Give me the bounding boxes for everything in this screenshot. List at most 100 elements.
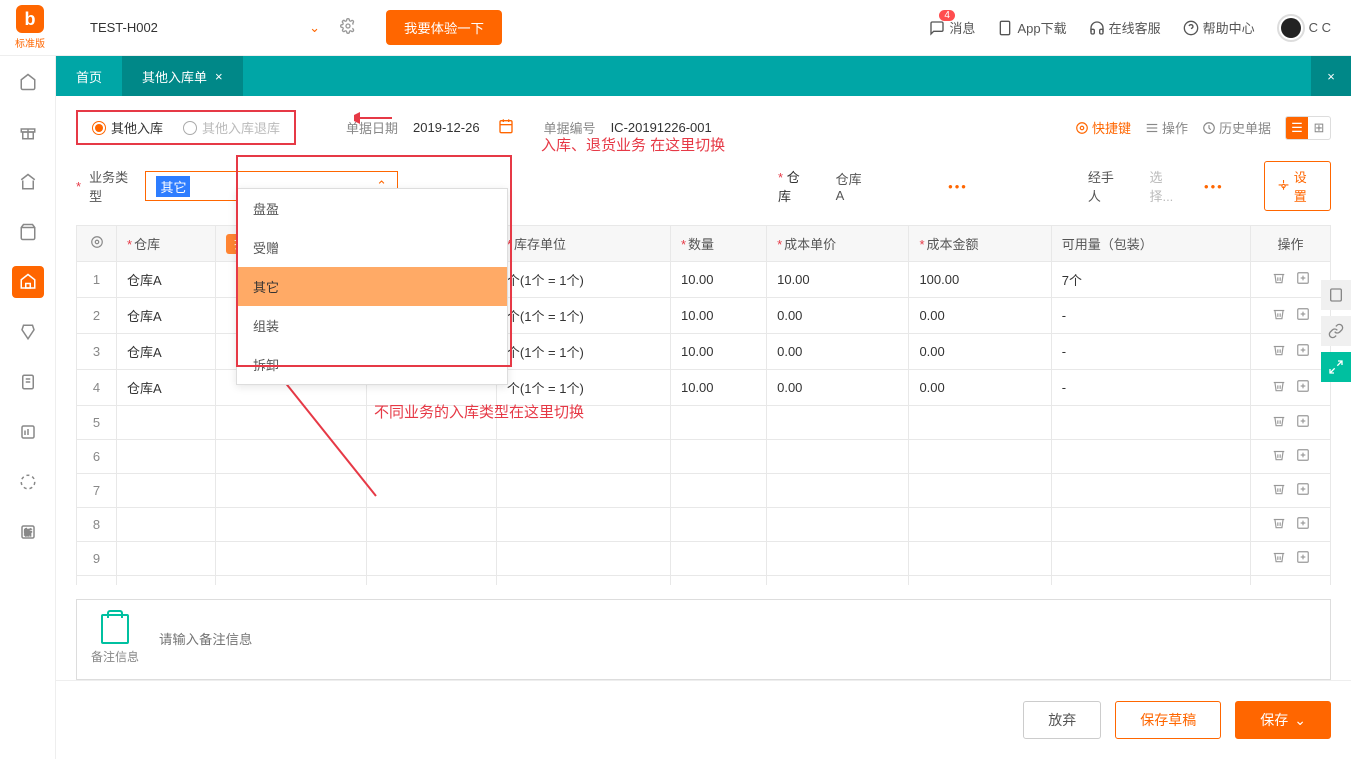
cell-price[interactable] (767, 576, 909, 586)
tab-home[interactable]: 首页 (56, 56, 122, 96)
sidebar-home-icon[interactable] (12, 66, 44, 98)
cell-qty[interactable] (670, 508, 766, 542)
radio-other-return[interactable]: 其他入库退库 (183, 118, 280, 137)
add-icon[interactable] (1296, 271, 1310, 288)
dropdown-option[interactable]: 盘盈 (237, 189, 507, 228)
add-icon[interactable] (1296, 550, 1310, 567)
cell-warehouse[interactable] (117, 508, 216, 542)
sidebar-gift-icon[interactable] (12, 116, 44, 148)
sidebar-report-icon[interactable] (12, 416, 44, 448)
cell-qty[interactable]: 10.00 (670, 262, 766, 298)
view-list-button[interactable]: ☰ (1286, 117, 1308, 139)
sidebar-warehouse-icon[interactable] (12, 266, 44, 298)
org-selector[interactable]: TEST-H002 ⌄ (80, 12, 330, 44)
add-icon[interactable] (1296, 584, 1310, 585)
cell-spec[interactable] (367, 440, 497, 474)
delete-icon[interactable] (1272, 516, 1286, 533)
add-icon[interactable] (1296, 482, 1310, 499)
help-center-link[interactable]: 帮助中心 (1183, 18, 1255, 37)
cell-spec[interactable] (367, 474, 497, 508)
cell-qty[interactable] (670, 474, 766, 508)
operate-link[interactable]: 操作 (1145, 118, 1188, 137)
cell-price[interactable] (767, 406, 909, 440)
radio-other-inbound[interactable]: 其他入库 (92, 118, 163, 137)
warehouse-more-icon[interactable]: ••• (948, 179, 968, 194)
sidebar-clipboard-icon[interactable] (12, 366, 44, 398)
cell-spec[interactable] (367, 576, 497, 586)
cell-qty[interactable]: 10.00 (670, 370, 766, 406)
cell-spec[interactable] (367, 542, 497, 576)
delete-icon[interactable] (1272, 307, 1286, 324)
cell-spec[interactable] (367, 508, 497, 542)
close-icon[interactable]: × (215, 69, 223, 84)
table-row[interactable]: 10 (77, 576, 1331, 586)
dropdown-option[interactable]: 受赠 (237, 228, 507, 267)
close-all-tabs[interactable]: × (1311, 56, 1351, 96)
cell-scan[interactable] (215, 508, 366, 542)
add-icon[interactable] (1296, 307, 1310, 324)
cell-warehouse[interactable] (117, 474, 216, 508)
sidebar-house-icon[interactable] (12, 166, 44, 198)
messages-link[interactable]: 消息 4 (929, 18, 975, 37)
online-service-link[interactable]: 在线客服 (1089, 18, 1161, 37)
save-button[interactable]: 保存 ⌄ (1235, 701, 1331, 739)
cell-warehouse[interactable] (117, 542, 216, 576)
table-row[interactable]: 9 (77, 542, 1331, 576)
delete-icon[interactable] (1272, 343, 1286, 360)
remarks-input[interactable] (159, 632, 1316, 647)
sidebar-money-icon[interactable] (12, 316, 44, 348)
warehouse-value[interactable]: 仓库A (836, 169, 869, 203)
sidebar-loading-icon[interactable] (12, 466, 44, 498)
app-download-link[interactable]: App下载 (997, 18, 1066, 37)
cell-warehouse[interactable]: 仓库A (117, 334, 216, 370)
handler-select[interactable]: 选择... (1149, 167, 1184, 205)
trial-button[interactable]: 我要体验一下 (386, 10, 502, 45)
cell-price[interactable] (767, 440, 909, 474)
delete-icon[interactable] (1272, 482, 1286, 499)
settings-button[interactable]: 设置 (1264, 161, 1331, 211)
save-draft-button[interactable]: 保存草稿 (1115, 701, 1221, 739)
cell-price[interactable] (767, 542, 909, 576)
cell-price[interactable]: 0.00 (767, 334, 909, 370)
cell-warehouse[interactable]: 仓库A (117, 370, 216, 406)
cell-qty[interactable]: 10.00 (670, 334, 766, 370)
rail-note-icon[interactable] (1321, 280, 1351, 310)
cell-scan[interactable] (215, 542, 366, 576)
cell-warehouse[interactable] (117, 440, 216, 474)
add-icon[interactable] (1296, 414, 1310, 431)
cell-qty[interactable] (670, 440, 766, 474)
delete-icon[interactable] (1272, 448, 1286, 465)
cell-qty[interactable]: 10.00 (670, 298, 766, 334)
cell-qty[interactable] (670, 406, 766, 440)
cell-qty[interactable] (670, 542, 766, 576)
cell-warehouse[interactable]: 仓库A (117, 298, 216, 334)
cell-price[interactable]: 0.00 (767, 370, 909, 406)
cell-price[interactable]: 10.00 (767, 262, 909, 298)
add-icon[interactable] (1296, 448, 1310, 465)
dropdown-option-selected[interactable]: 其它 (237, 267, 507, 306)
cell-scan[interactable] (215, 576, 366, 586)
rail-expand-icon[interactable] (1321, 352, 1351, 382)
delete-icon[interactable] (1272, 584, 1286, 585)
cell-price[interactable] (767, 508, 909, 542)
cell-price[interactable]: 0.00 (767, 298, 909, 334)
cell-qty[interactable] (670, 576, 766, 586)
history-link[interactable]: 历史单据 (1202, 118, 1271, 137)
delete-icon[interactable] (1272, 379, 1286, 396)
add-icon[interactable] (1296, 516, 1310, 533)
view-grid-button[interactable]: ⊞ (1308, 117, 1330, 139)
tab-other-inbound[interactable]: 其他入库单 × (122, 56, 243, 96)
add-icon[interactable] (1296, 343, 1310, 360)
dropdown-option[interactable]: 拆卸 (237, 345, 507, 384)
rail-link-icon[interactable] (1321, 316, 1351, 346)
date-value[interactable]: 2019-12-26 (413, 120, 480, 135)
cell-warehouse[interactable] (117, 406, 216, 440)
add-icon[interactable] (1296, 379, 1310, 396)
sidebar-bag-icon[interactable] (12, 216, 44, 248)
cell-warehouse[interactable] (117, 576, 216, 586)
delete-icon[interactable] (1272, 271, 1286, 288)
sidebar-new-icon[interactable]: 新 (12, 516, 44, 548)
delete-icon[interactable] (1272, 414, 1286, 431)
user-menu[interactable]: C C (1277, 14, 1331, 42)
handler-more-icon[interactable]: ••• (1204, 179, 1224, 194)
